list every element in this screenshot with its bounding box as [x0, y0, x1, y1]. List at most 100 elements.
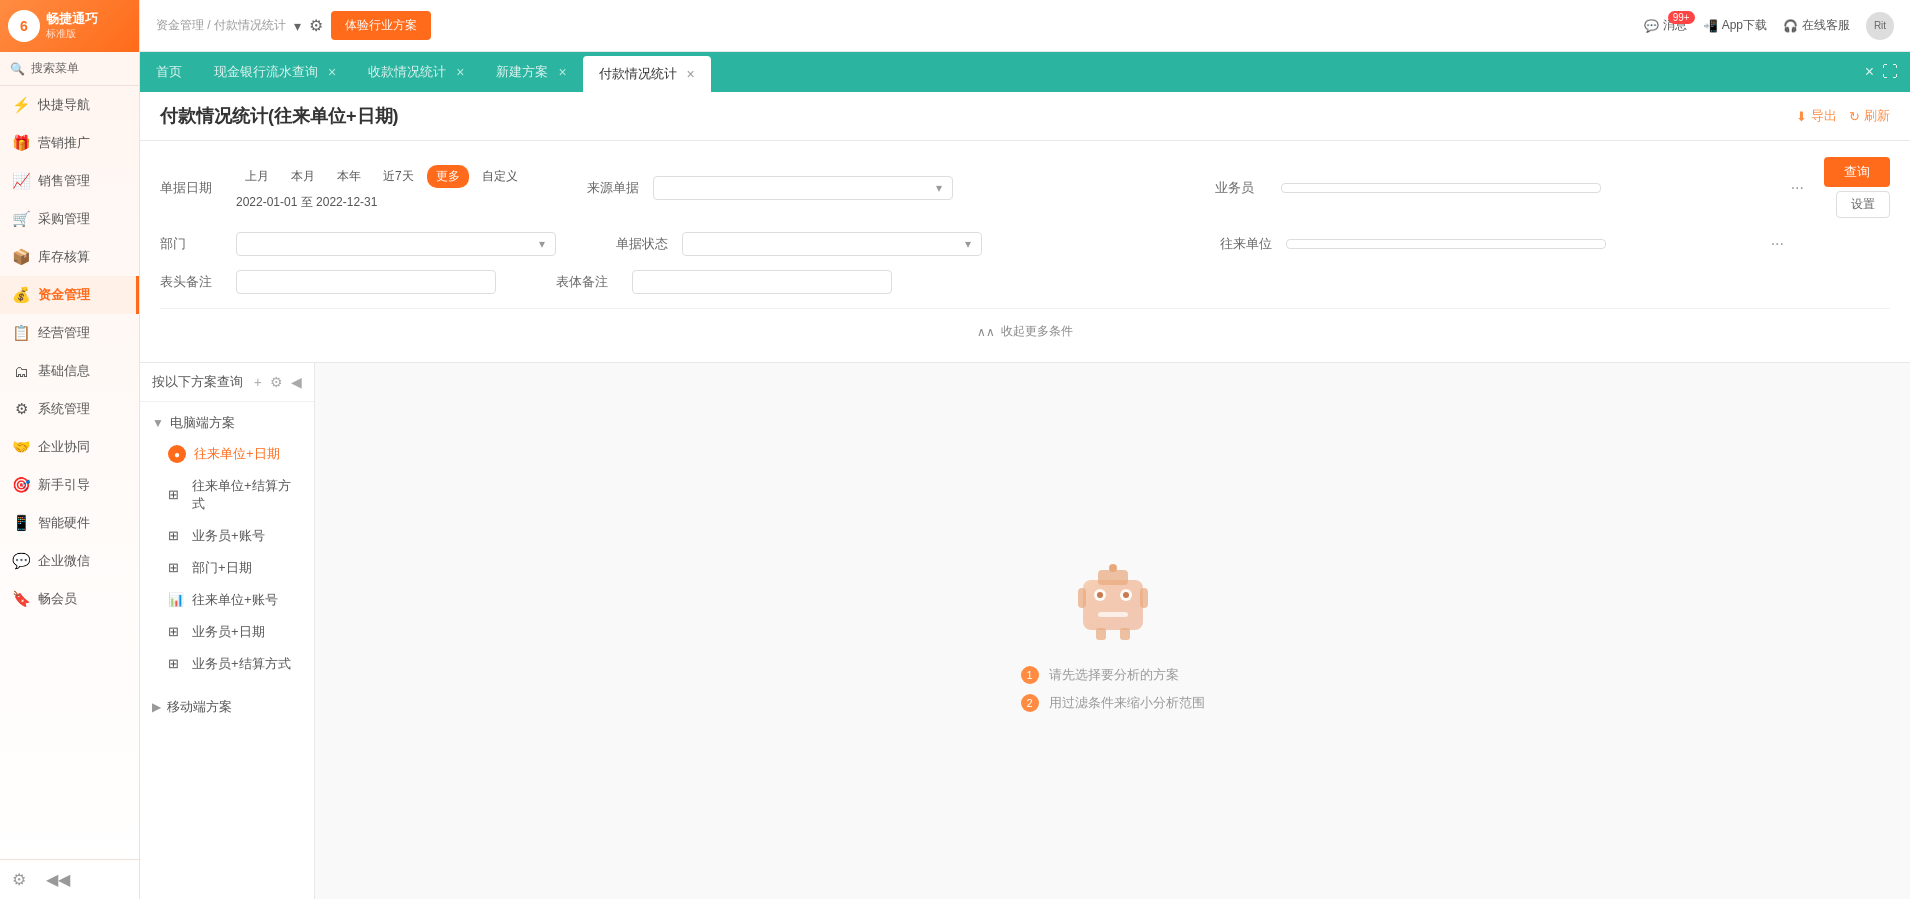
scheme-add-icon[interactable]: + — [254, 374, 262, 390]
tab-new-scheme[interactable]: 新建方案 × — [480, 52, 582, 92]
counterparty-more-icon[interactable]: ··· — [1771, 235, 1784, 253]
step-1-number: 1 — [1021, 666, 1039, 684]
sidebar-item-label: 快捷导航 — [38, 96, 90, 114]
sidebar-brand: 畅捷通巧 标准版 — [46, 11, 98, 42]
tab-home[interactable]: 首页 — [140, 52, 198, 92]
sidebar-item-label: 库存核算 — [38, 248, 90, 266]
doc-status-label: 单据状态 — [616, 235, 672, 253]
scheme-item-table-icon-3: ⊞ — [168, 560, 184, 576]
sidebar-item-quick-nav[interactable]: ⚡ 快捷导航 — [0, 86, 139, 124]
body-note-input[interactable] — [632, 270, 892, 294]
tab-new-scheme-close-icon[interactable]: × — [558, 64, 566, 80]
tab-receipt-close-icon[interactable]: × — [456, 64, 464, 80]
scheme-item-salesperson-settlement[interactable]: ⊞ 业务员+结算方式 — [140, 648, 314, 680]
tab-receipt-stats[interactable]: 收款情况统计 × — [352, 52, 480, 92]
cooperation-icon: 🤝 — [12, 438, 30, 456]
sidebar-search[interactable]: 🔍 搜索菜单 — [0, 52, 139, 86]
scheme-item-table-icon-6: ⊞ — [168, 656, 184, 672]
scheme-item-counterparty-date[interactable]: ● 往来单位+日期 — [140, 438, 314, 470]
scheme-item-label: 往来单位+结算方式 — [192, 477, 302, 513]
sidebar-item-guide[interactable]: 🎯 新手引导 — [0, 466, 139, 504]
sidebar-item-label: 系统管理 — [38, 400, 90, 418]
header-settings-icon[interactable]: ⚙ — [309, 16, 323, 35]
sidebar-item-inventory[interactable]: 📦 库存核算 — [0, 238, 139, 276]
empty-step-1: 1 请先选择要分析的方案 — [1021, 666, 1205, 684]
date-btn-custom[interactable]: 自定义 — [473, 165, 527, 188]
export-icon: ⬇ — [1796, 109, 1807, 124]
doc-status-select[interactable]: ▾ — [682, 232, 982, 256]
sidebar-item-wechat[interactable]: 💬 企业微信 — [0, 542, 139, 580]
user-avatar[interactable]: Rit — [1866, 12, 1894, 40]
scheme-item-label: 业务员+日期 — [192, 623, 265, 641]
app-icon: 📲 — [1703, 19, 1718, 33]
sidebar-item-marketing[interactable]: 🎁 营销推广 — [0, 124, 139, 162]
collapse-conditions-button[interactable]: ∧∧ 收起更多条件 — [977, 317, 1073, 346]
message-action[interactable]: 💬 消息 99+ — [1644, 17, 1687, 34]
date-btn-this-month[interactable]: 本月 — [282, 165, 324, 188]
date-label: 单据日期 — [160, 179, 216, 197]
tab-payment-stats[interactable]: 付款情况统计 × — [583, 56, 711, 92]
doc-status-arrow-icon: ▾ — [965, 237, 971, 251]
tab-fullscreen-icon[interactable]: ⛶ — [1882, 63, 1898, 81]
sidebar-title: 畅捷通巧 — [46, 11, 98, 28]
settings-button[interactable]: 设置 — [1836, 191, 1890, 218]
scheme-item-dept-date[interactable]: ⊞ 部门+日期 — [140, 552, 314, 584]
inventory-icon: 📦 — [12, 248, 30, 266]
tab-payment-close-icon[interactable]: × — [687, 66, 695, 82]
date-quick-buttons: 上月 本月 本年 近7天 更多 自定义 — [236, 165, 527, 188]
empty-state: 1 请先选择要分析的方案 2 用过滤条件来缩小分析范围 — [1021, 550, 1205, 712]
scheme-item-counterparty-settlement[interactable]: ⊞ 往来单位+结算方式 — [140, 470, 314, 520]
sidebar-item-cooperation[interactable]: 🤝 企业协同 — [0, 428, 139, 466]
salesperson-select[interactable] — [1281, 183, 1601, 193]
scheme-group-mobile-header[interactable]: ▶ 移动端方案 — [140, 692, 314, 722]
salesperson-more-icon[interactable]: ··· — [1791, 179, 1804, 197]
source-label: 来源单据 — [587, 179, 643, 197]
date-btn-last-month[interactable]: 上月 — [236, 165, 278, 188]
tab-bank-flow[interactable]: 现金银行流水查询 × — [198, 52, 352, 92]
tab-bank-flow-close-icon[interactable]: × — [328, 64, 336, 80]
counterparty-select[interactable] — [1286, 239, 1606, 249]
tab-close-all-icon[interactable]: × — [1865, 63, 1874, 81]
footer-collapse-icon[interactable]: ◀◀ — [46, 870, 70, 889]
svg-rect-1 — [1098, 570, 1128, 585]
sidebar-item-basic-info[interactable]: 🗂 基础信息 — [0, 352, 139, 390]
sidebar-item-purchase[interactable]: 🛒 采购管理 — [0, 200, 139, 238]
source-select[interactable]: ▾ — [653, 176, 953, 200]
scheme-collapse-icon[interactable]: ◀ — [291, 374, 302, 390]
header-note-input[interactable] — [236, 270, 496, 294]
sidebar-item-sales[interactable]: 📈 销售管理 — [0, 162, 139, 200]
filter-row-2: 部门 ▾ 单据状态 ▾ 往来单位 — [160, 232, 1890, 256]
sidebar-nav: ⚡ 快捷导航 🎁 营销推广 📈 销售管理 🛒 采购管理 📦 库存核算 💰 资金管… — [0, 86, 139, 859]
try-industry-button[interactable]: 体验行业方案 — [331, 11, 431, 40]
sidebar-item-operation[interactable]: 📋 经营管理 — [0, 314, 139, 352]
date-btn-this-year[interactable]: 本年 — [328, 165, 370, 188]
scheme-group-desktop-header[interactable]: ▼ 电脑端方案 — [140, 408, 314, 438]
step-1-text: 请先选择要分析的方案 — [1049, 666, 1179, 684]
service-label: 在线客服 — [1802, 17, 1850, 34]
scheme-item-counterparty-account[interactable]: 📊 往来单位+账号 — [140, 584, 314, 616]
date-btn-7days[interactable]: 近7天 — [374, 165, 423, 188]
scheme-item-salesperson-account[interactable]: ⊞ 业务员+账号 — [140, 520, 314, 552]
collapse-label: 收起更多条件 — [1001, 323, 1073, 340]
scheme-settings-icon[interactable]: ⚙ — [270, 374, 283, 390]
header-note-label: 表头备注 — [160, 273, 216, 291]
breadcrumb-dropdown-icon[interactable]: ▾ — [294, 18, 301, 34]
refresh-button[interactable]: ↻ 刷新 — [1849, 107, 1890, 125]
online-service-action[interactable]: 🎧 在线客服 — [1783, 17, 1850, 34]
scheme-item-salesperson-date[interactable]: ⊞ 业务员+日期 — [140, 616, 314, 648]
export-button[interactable]: ⬇ 导出 — [1796, 107, 1837, 125]
tab-home-label: 首页 — [156, 63, 182, 81]
app-download-action[interactable]: 📲 App下载 — [1703, 17, 1767, 34]
sidebar-item-member[interactable]: 🔖 畅会员 — [0, 580, 139, 618]
department-select[interactable]: ▾ — [236, 232, 556, 256]
date-btn-more[interactable]: 更多 — [427, 165, 469, 188]
query-button[interactable]: 查询 — [1824, 157, 1890, 187]
page-title: 付款情况统计(往来单位+日期) — [160, 104, 399, 128]
footer-settings-icon[interactable]: ⚙ — [12, 870, 26, 889]
sidebar-item-system[interactable]: ⚙ 系统管理 — [0, 390, 139, 428]
scheme-layout: 按以下方案查询 + ⚙ ◀ ▼ 电脑端方案 ● — [140, 363, 1910, 899]
sidebar-item-hardware[interactable]: 📱 智能硬件 — [0, 504, 139, 542]
sidebar-footer: ⚙ ◀◀ — [0, 859, 139, 899]
message-badge: 99+ — [1668, 11, 1695, 24]
sidebar-item-finance[interactable]: 💰 资金管理 — [0, 276, 139, 314]
